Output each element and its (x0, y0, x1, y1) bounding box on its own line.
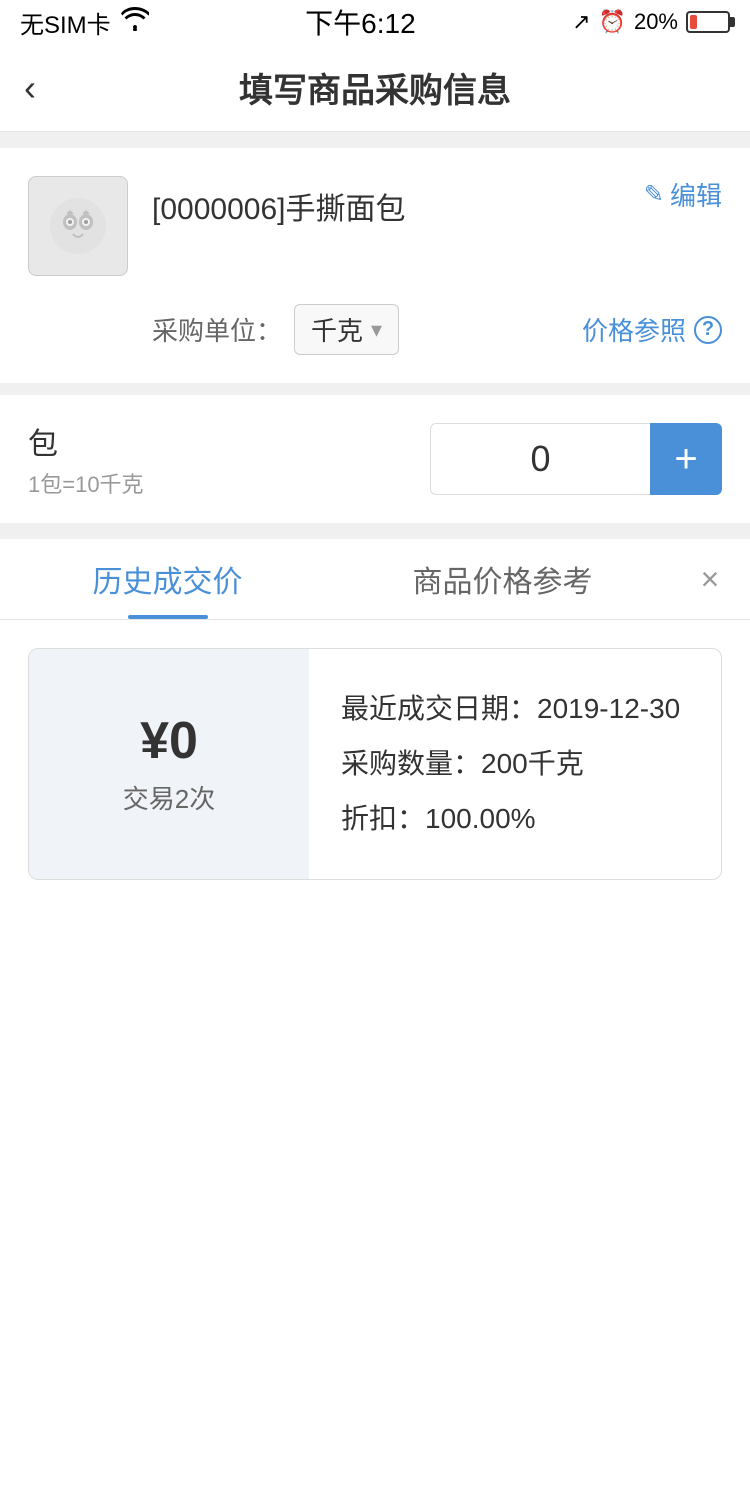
product-logo-icon (48, 196, 108, 256)
product-unit-row: 采购单位： 千克 ▾ 价格参照 ? (28, 296, 722, 355)
wifi-icon (121, 7, 149, 38)
history-date-item: 最近成交日期：2019-12-30 (341, 689, 689, 728)
status-bar: 无SIM卡 下午6:12 ↗ ⏰ 20% (0, 0, 750, 44)
quantity-section: 包 1包=10千克 + (0, 395, 750, 523)
quantity-input[interactable] (430, 423, 650, 495)
price-ref-help-icon: ? (694, 316, 722, 344)
status-bar-time: 下午6:12 (305, 2, 416, 42)
history-content: ¥0 交易2次 最近成交日期：2019-12-30 采购数量：200千克 折扣：… (0, 620, 750, 908)
tab-close-button[interactable]: × (670, 561, 750, 598)
quantity-input-area: + (430, 423, 722, 495)
unit-select-arrow: ▾ (371, 317, 382, 343)
tab-underline (128, 615, 208, 619)
history-discount-item: 折扣：100.00% (341, 799, 689, 838)
history-card-left: ¥0 交易2次 (29, 649, 309, 879)
sim-signal-label: 无SIM卡 (20, 5, 111, 40)
history-date-value: 2019-12-30 (537, 693, 680, 724)
bottom-empty-area (0, 908, 750, 1508)
quantity-plus-button[interactable]: + (650, 423, 722, 495)
quantity-left: 包 1包=10千克 (28, 419, 144, 499)
product-header: [0000006]手撕面包 ✎ 编辑 (28, 176, 722, 276)
battery-icon (686, 11, 730, 33)
history-qty-label: 采购数量： (341, 748, 481, 779)
alarm-icon: ⏰ (599, 9, 626, 35)
product-left: [0000006]手撕面包 (28, 176, 405, 276)
product-name: [0000006]手撕面包 (152, 176, 405, 228)
quantity-conversion-label: 1包=10千克 (28, 467, 144, 499)
product-card: [0000006]手撕面包 ✎ 编辑 采购单位： 千克 ▾ 价格参照 ? (0, 148, 750, 383)
nav-bar: ‹ 填写商品采购信息 (0, 44, 750, 132)
status-bar-right: ↗ ⏰ 20% (572, 9, 730, 35)
history-price-value: ¥0 (140, 711, 198, 771)
unit-selector-group: 采购单位： 千克 ▾ (28, 304, 399, 355)
history-date-label: 最近成交日期： (341, 693, 537, 724)
tab-history-price[interactable]: 历史成交价 (0, 539, 335, 619)
price-ref-button[interactable]: 价格参照 ? (582, 311, 722, 348)
status-bar-left: 无SIM卡 (20, 5, 149, 40)
edit-icon: ✎ (644, 180, 664, 209)
tabs-section: 历史成交价 商品价格参考 × ¥0 交易2次 最近成交日期：2019-12-30… (0, 539, 750, 908)
history-qty-item: 采购数量：200千克 (341, 744, 689, 783)
history-qty-value: 200千克 (481, 748, 584, 779)
quantity-unit-label: 包 (28, 419, 144, 463)
history-discount-value: 100.00% (425, 803, 536, 834)
tabs-header: 历史成交价 商品价格参考 × (0, 539, 750, 620)
unit-select-dropdown[interactable]: 千克 ▾ (294, 304, 399, 355)
unit-select-value: 千克 (311, 311, 363, 348)
battery-pct-label: 20% (634, 9, 678, 35)
battery-fill (690, 15, 697, 29)
history-discount-label: 折扣： (341, 803, 425, 834)
history-card-right: 最近成交日期：2019-12-30 采购数量：200千克 折扣：100.00% (309, 649, 721, 879)
price-ref-label: 价格参照 (582, 311, 686, 348)
tab-product-price-ref[interactable]: 商品价格参考 (335, 539, 670, 619)
back-button[interactable]: ‹ (24, 67, 36, 109)
product-image (28, 176, 128, 276)
history-transaction-count: 交易2次 (123, 779, 215, 816)
location-icon: ↗ (572, 9, 590, 35)
unit-label: 采购单位： (152, 311, 282, 348)
page-title: 填写商品采购信息 (239, 63, 511, 112)
edit-button[interactable]: ✎ 编辑 (644, 176, 722, 213)
history-card: ¥0 交易2次 最近成交日期：2019-12-30 采购数量：200千克 折扣：… (28, 648, 722, 880)
